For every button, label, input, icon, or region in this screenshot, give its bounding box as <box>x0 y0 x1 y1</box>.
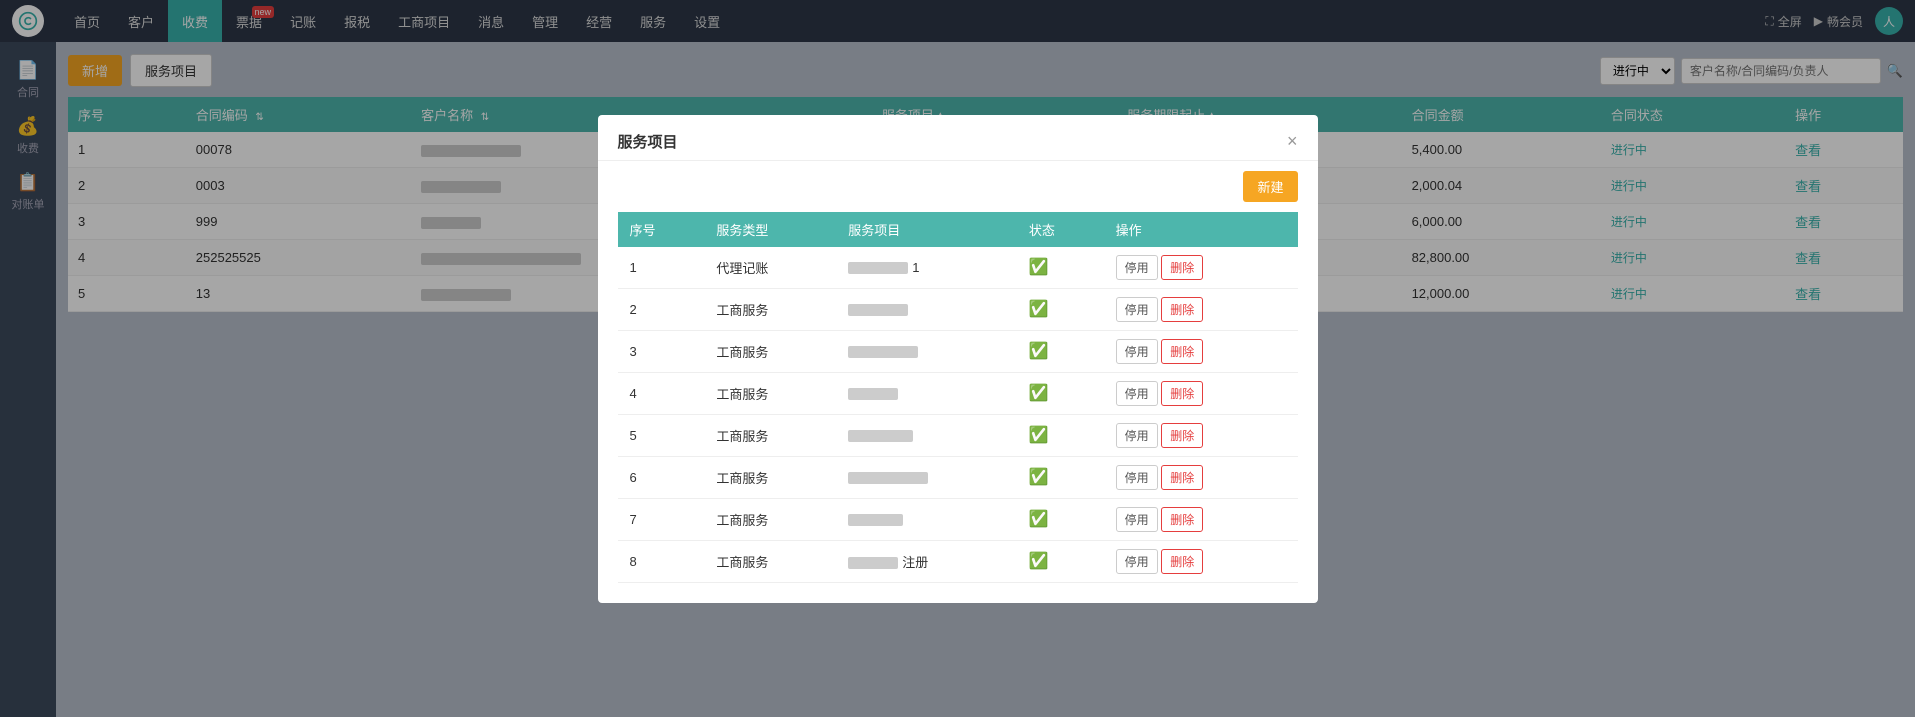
modal-cell-type: 工商服务 <box>704 372 836 414</box>
modal-cell-item: 注册 <box>836 540 1017 582</box>
modal-header: 服务项目 × <box>598 115 1318 161</box>
modal-col-item: 服务项目 <box>836 212 1017 247</box>
modal-cell-item <box>836 498 1017 540</box>
modal-cell-type: 工商服务 <box>704 288 836 330</box>
delete-button[interactable]: 删除 <box>1161 549 1203 574</box>
modal-cell-action: 停用 删除 <box>1104 372 1298 414</box>
delete-button[interactable]: 删除 <box>1161 339 1203 364</box>
modal-cell-status: ✅ <box>1017 247 1104 289</box>
delete-button[interactable]: 删除 <box>1161 423 1203 448</box>
modal-col-status: 状态 <box>1017 212 1104 247</box>
modal-cell-seq: 3 <box>618 330 705 372</box>
status-check-icon: ✅ <box>1029 511 1049 528</box>
modal-cell-item <box>836 456 1017 498</box>
modal-table-row: 8 工商服务 注册 ✅ 停用 删除 <box>618 540 1298 582</box>
modal-cell-item: 1 <box>836 247 1017 289</box>
stop-button[interactable]: 停用 <box>1116 549 1158 574</box>
service-modal: 服务项目 × 新建 序号 服务类型 服务项目 状态 操作 1 代理记账 <box>598 115 1318 603</box>
service-table-header: 序号 服务类型 服务项目 状态 操作 <box>618 212 1298 247</box>
modal-cell-type: 工商服务 <box>704 498 836 540</box>
modal-cell-seq: 1 <box>618 247 705 289</box>
modal-title: 服务项目 <box>618 131 678 152</box>
modal-cell-action: 停用 删除 <box>1104 288 1298 330</box>
modal-cell-type: 工商服务 <box>704 414 836 456</box>
modal-cell-item <box>836 330 1017 372</box>
modal-col-action: 操作 <box>1104 212 1298 247</box>
modal-table-row: 1 代理记账 1 ✅ 停用 删除 <box>618 247 1298 289</box>
modal-cell-type: 工商服务 <box>704 330 836 372</box>
modal-cell-action: 停用 删除 <box>1104 330 1298 372</box>
modal-toolbar: 新建 <box>598 161 1318 212</box>
modal-cell-status: ✅ <box>1017 540 1104 582</box>
modal-cell-seq: 7 <box>618 498 705 540</box>
stop-button[interactable]: 停用 <box>1116 297 1158 322</box>
modal-col-seq: 序号 <box>618 212 705 247</box>
modal-cell-seq: 2 <box>618 288 705 330</box>
modal-cell-action: 停用 删除 <box>1104 247 1298 289</box>
modal-cell-seq: 6 <box>618 456 705 498</box>
modal-cell-seq: 8 <box>618 540 705 582</box>
modal-table-row: 6 工商服务 ✅ 停用 删除 <box>618 456 1298 498</box>
modal-table-row: 3 工商服务 ✅ 停用 删除 <box>618 330 1298 372</box>
modal-table-row: 5 工商服务 ✅ 停用 删除 <box>618 414 1298 456</box>
modal-new-button[interactable]: 新建 <box>1243 171 1297 202</box>
modal-cell-status: ✅ <box>1017 456 1104 498</box>
modal-cell-item <box>836 372 1017 414</box>
modal-table-body: 1 代理记账 1 ✅ 停用 删除 2 工商服务 ✅ 停用 删除 3 工商服务 ✅… <box>618 247 1298 583</box>
stop-button[interactable]: 停用 <box>1116 423 1158 448</box>
stop-button[interactable]: 停用 <box>1116 465 1158 490</box>
status-check-icon: ✅ <box>1029 553 1049 570</box>
stop-button[interactable]: 停用 <box>1116 255 1158 280</box>
modal-cell-action: 停用 删除 <box>1104 498 1298 540</box>
modal-cell-action: 停用 删除 <box>1104 414 1298 456</box>
modal-overlay[interactable]: 服务项目 × 新建 序号 服务类型 服务项目 状态 操作 1 代理记账 <box>0 0 1915 717</box>
delete-button[interactable]: 删除 <box>1161 381 1203 406</box>
modal-cell-item <box>836 414 1017 456</box>
delete-button[interactable]: 删除 <box>1161 465 1203 490</box>
modal-table-row: 7 工商服务 ✅ 停用 删除 <box>618 498 1298 540</box>
service-table: 序号 服务类型 服务项目 状态 操作 1 代理记账 1 ✅ 停用 删除 2 工商… <box>618 212 1298 583</box>
modal-cell-status: ✅ <box>1017 330 1104 372</box>
status-check-icon: ✅ <box>1029 259 1049 276</box>
modal-body: 序号 服务类型 服务项目 状态 操作 1 代理记账 1 ✅ 停用 删除 2 工商… <box>598 212 1318 603</box>
modal-close-button[interactable]: × <box>1287 132 1298 150</box>
status-check-icon: ✅ <box>1029 343 1049 360</box>
delete-button[interactable]: 删除 <box>1161 255 1203 280</box>
status-check-icon: ✅ <box>1029 469 1049 486</box>
status-check-icon: ✅ <box>1029 385 1049 402</box>
modal-cell-status: ✅ <box>1017 372 1104 414</box>
modal-cell-status: ✅ <box>1017 498 1104 540</box>
modal-cell-action: 停用 删除 <box>1104 540 1298 582</box>
delete-button[interactable]: 删除 <box>1161 507 1203 532</box>
stop-button[interactable]: 停用 <box>1116 339 1158 364</box>
modal-cell-status: ✅ <box>1017 288 1104 330</box>
modal-table-row: 2 工商服务 ✅ 停用 删除 <box>618 288 1298 330</box>
status-check-icon: ✅ <box>1029 427 1049 444</box>
modal-cell-type: 代理记账 <box>704 247 836 289</box>
modal-col-type: 服务类型 <box>704 212 836 247</box>
modal-cell-status: ✅ <box>1017 414 1104 456</box>
stop-button[interactable]: 停用 <box>1116 381 1158 406</box>
delete-button[interactable]: 删除 <box>1161 297 1203 322</box>
modal-cell-type: 工商服务 <box>704 456 836 498</box>
modal-table-row: 4 工商服务 ✅ 停用 删除 <box>618 372 1298 414</box>
modal-cell-action: 停用 删除 <box>1104 456 1298 498</box>
stop-button[interactable]: 停用 <box>1116 507 1158 532</box>
modal-cell-seq: 5 <box>618 414 705 456</box>
modal-cell-type: 工商服务 <box>704 540 836 582</box>
status-check-icon: ✅ <box>1029 301 1049 318</box>
modal-cell-item <box>836 288 1017 330</box>
modal-cell-seq: 4 <box>618 372 705 414</box>
